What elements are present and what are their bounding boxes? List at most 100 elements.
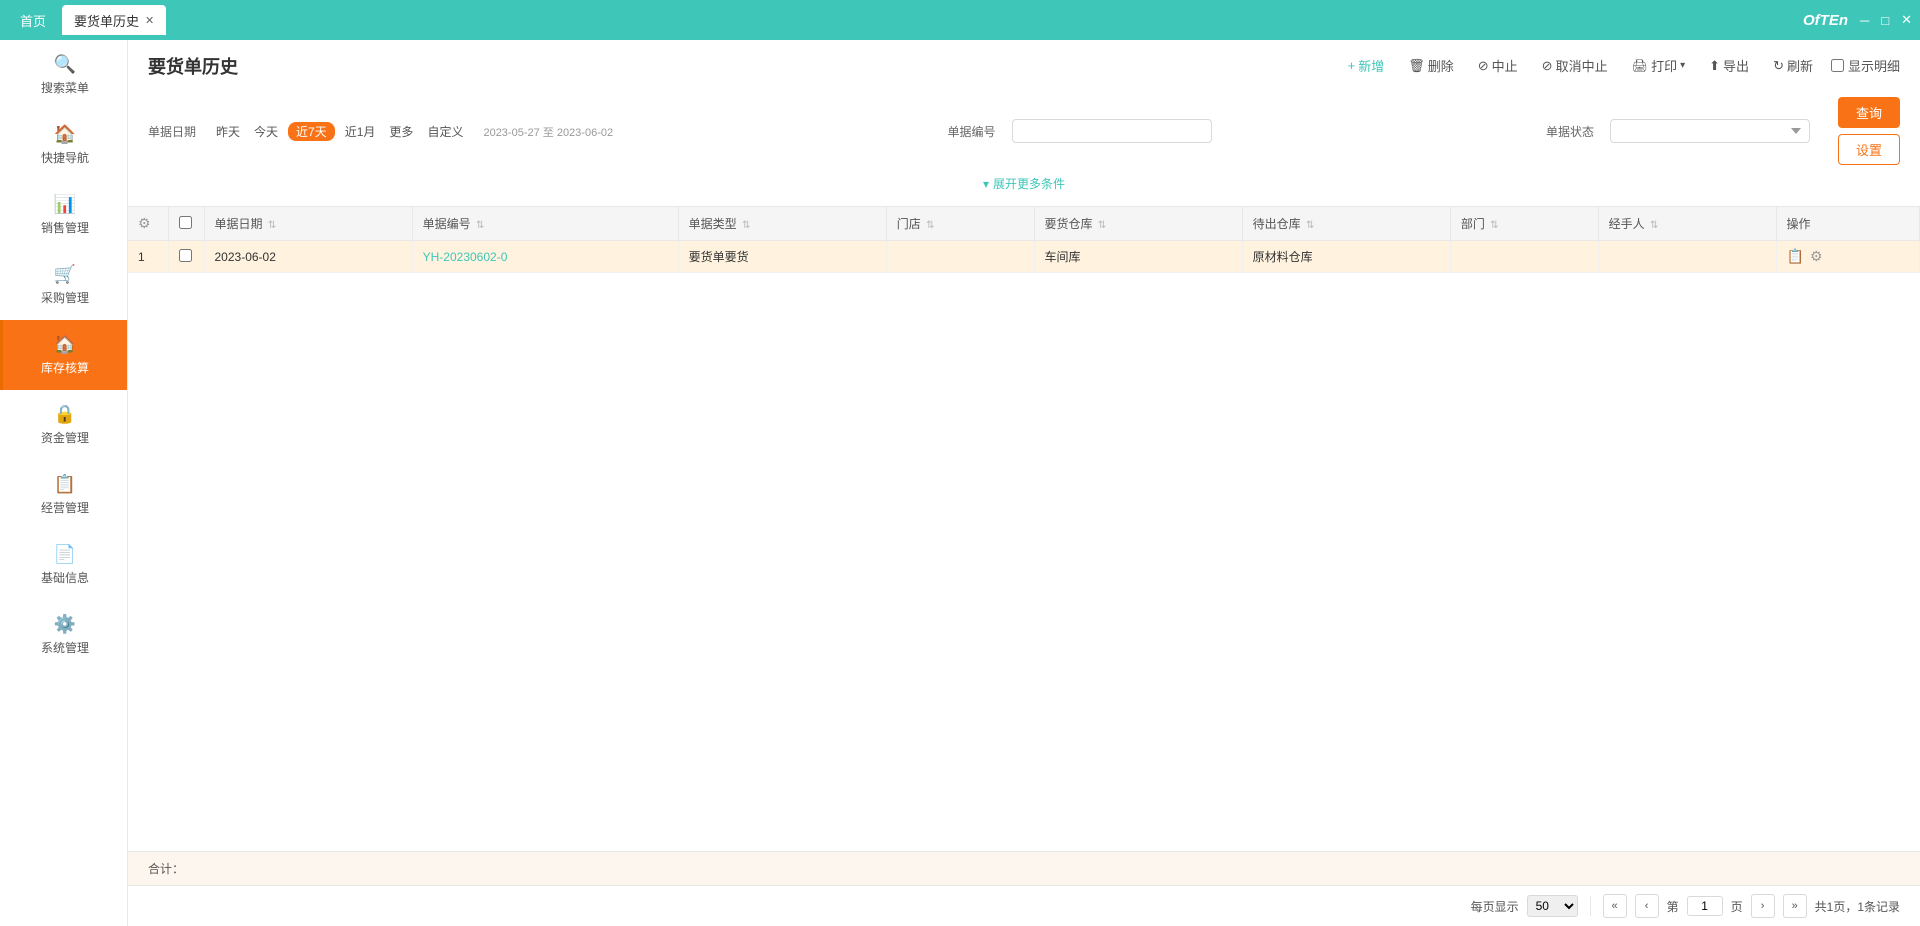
sidebar-item-quick-nav[interactable]: 🏠 快捷导航	[0, 110, 127, 180]
sort-doc-type-icon[interactable]: ⇅	[742, 220, 750, 231]
sort-handler-icon[interactable]: ⇅	[1650, 220, 1658, 231]
select-all-checkbox[interactable]	[179, 216, 192, 229]
search-menu-icon: 🔍	[54, 54, 76, 75]
sort-req-warehouse-icon[interactable]: ⇅	[1098, 220, 1106, 231]
window-minimize[interactable]: ─	[1860, 13, 1869, 28]
sidebar-item-finance[interactable]: 🔒 资金管理	[0, 390, 127, 460]
query-button[interactable]: 查询	[1838, 97, 1900, 128]
prev-page-button[interactable]: ‹	[1635, 894, 1659, 918]
expand-more-button[interactable]: ▾ 展开更多条件	[148, 171, 1900, 196]
page-title: 要货单历史	[148, 53, 238, 79]
next-page-button[interactable]: ›	[1751, 894, 1775, 918]
row-action-view-icon[interactable]: 📋	[1787, 248, 1804, 265]
main-layout: 🔍 搜索菜单 🏠 快捷导航 📊 销售管理 🛒 采购管理 🏠 库存核算 🔒 资金管…	[0, 40, 1920, 926]
col-doc-number: 单据编号 ⇅	[412, 207, 678, 241]
sidebar-item-purchase-mgmt-label: 采购管理	[41, 289, 89, 306]
tab-requisition-history-label: 要货单历史	[74, 11, 139, 30]
sidebar-item-inventory[interactable]: 🏠 库存核算	[0, 320, 127, 390]
sort-department-icon[interactable]: ⇅	[1490, 220, 1498, 231]
delete-label: 删除	[1428, 56, 1454, 75]
date-shortcuts: 昨天 今天 近7天 近1月 更多 自定义	[212, 122, 467, 141]
date-shortcut-more[interactable]: 更多	[385, 122, 417, 141]
sidebar-item-purchase-mgmt[interactable]: 🛒 采购管理	[0, 250, 127, 320]
show-detail-label: 显示明细	[1848, 56, 1900, 75]
basic-info-icon: 📄	[54, 544, 76, 565]
row-select-checkbox[interactable]	[179, 249, 192, 262]
doc-number-link[interactable]: YH-20230602-0	[423, 250, 508, 264]
row-action-settings-icon[interactable]: ⚙	[1810, 248, 1823, 265]
expand-more-label: 展开更多条件	[993, 175, 1065, 192]
date-shortcut-today[interactable]: 今天	[250, 122, 282, 141]
sidebar-item-operations[interactable]: 📋 经营管理	[0, 460, 127, 530]
date-shortcut-1month[interactable]: 近1月	[341, 122, 380, 141]
col-department: 部门 ⇅	[1450, 207, 1598, 241]
export-button[interactable]: ⬆ 导出	[1703, 52, 1755, 79]
sidebar-item-basic-info[interactable]: 📄 基础信息	[0, 530, 127, 600]
sort-doc-number-icon[interactable]: ⇅	[476, 220, 484, 231]
table-row: 1 2023-06-02 YH-20230602-0 要货单要货 车间库 原材料…	[128, 241, 1920, 273]
delete-button[interactable]: 🗑 删除	[1402, 52, 1460, 79]
row-doc-date: 2023-06-02	[204, 241, 412, 273]
table-header-row: ⚙ 单据日期 ⇅ 单据编号 ⇅	[128, 207, 1920, 241]
footer-summary: 合计：	[128, 851, 1920, 885]
new-icon: +	[1348, 58, 1356, 73]
action-icons-group: 📋 ⚙	[1787, 248, 1909, 265]
last-page-button[interactable]: »	[1783, 894, 1807, 918]
doc-number-input[interactable]	[1012, 119, 1212, 143]
print-label: 打印	[1651, 56, 1677, 75]
top-bar-right: OfTEn ─ □ ✕	[1803, 12, 1912, 29]
row-checkbox	[168, 241, 204, 273]
col-handler: 经手人 ⇅	[1598, 207, 1776, 241]
show-detail-checkbox[interactable]	[1831, 59, 1844, 72]
new-button[interactable]: + 新增	[1342, 52, 1391, 79]
tab-close-icon[interactable]: ✕	[145, 14, 154, 27]
brand-label: OfTEn	[1803, 12, 1848, 29]
page-number-input[interactable]	[1687, 896, 1723, 916]
tab-requisition-history[interactable]: 要货单历史 ✕	[62, 5, 166, 35]
export-label: 导出	[1723, 56, 1749, 75]
sidebar-item-sales-mgmt[interactable]: 📊 销售管理	[0, 180, 127, 250]
date-shortcut-yesterday[interactable]: 昨天	[212, 122, 244, 141]
expand-chevron-icon: ▾	[983, 177, 989, 191]
cancel-stop-button[interactable]: ⊘ 取消中止	[1536, 52, 1614, 79]
tab-home[interactable]: 首页	[8, 5, 58, 35]
status-select[interactable]	[1610, 119, 1810, 143]
content: 要货单历史 + 新增 🗑 删除 ⊘ 中止 ⊘	[128, 40, 1920, 926]
settings-button[interactable]: 设置	[1838, 134, 1900, 165]
page-label: 第	[1667, 898, 1679, 915]
sort-doc-date-icon[interactable]: ⇅	[268, 220, 276, 231]
row-store	[886, 241, 1034, 273]
first-page-button[interactable]: «	[1603, 894, 1627, 918]
col-store: 门店 ⇅	[886, 207, 1034, 241]
pagination-divider	[1590, 896, 1591, 916]
system-mgmt-icon: ⚙️	[54, 614, 76, 635]
sidebar-item-search-menu[interactable]: 🔍 搜索菜单	[0, 40, 127, 110]
sort-pending-warehouse-icon[interactable]: ⇅	[1306, 220, 1314, 231]
sidebar-item-system-mgmt[interactable]: ⚙️ 系统管理	[0, 600, 127, 670]
sort-store-icon[interactable]: ⇅	[926, 220, 934, 231]
filter-area: 单据日期 昨天 今天 近7天 近1月 更多 自定义 2023-05-27 至 2…	[148, 87, 1900, 206]
stop-label: 中止	[1492, 56, 1518, 75]
finance-icon: 🔒	[54, 404, 76, 425]
filter-row-1: 单据日期 昨天 今天 近7天 近1月 更多 自定义 2023-05-27 至 2…	[148, 97, 1900, 165]
refresh-button[interactable]: ↻ 刷新	[1767, 52, 1819, 79]
col-action: 操作	[1776, 207, 1919, 241]
top-bar: 首页 要货单历史 ✕ OfTEn ─ □ ✕	[0, 0, 1920, 40]
row-doc-number: YH-20230602-0	[412, 241, 678, 273]
column-settings-icon[interactable]: ⚙	[138, 215, 151, 231]
row-req-warehouse: 车间库	[1034, 241, 1242, 273]
window-maximize[interactable]: □	[1881, 13, 1889, 28]
sidebar-item-sales-mgmt-label: 销售管理	[41, 219, 89, 236]
date-shortcut-7days[interactable]: 近7天	[288, 122, 335, 141]
inventory-icon: 🏠	[54, 334, 76, 355]
table-area: ⚙ 单据日期 ⇅ 单据编号 ⇅	[128, 207, 1920, 851]
print-dropdown-icon: ▾	[1680, 60, 1685, 71]
row-actions: 📋 ⚙	[1776, 241, 1919, 273]
print-button[interactable]: 🖨 打印 ▾	[1626, 52, 1692, 79]
stop-button[interactable]: ⊘ 中止	[1472, 52, 1524, 79]
date-shortcut-custom[interactable]: 自定义	[423, 122, 467, 141]
col-doc-type: 单据类型 ⇅	[678, 207, 886, 241]
window-close[interactable]: ✕	[1901, 12, 1912, 28]
per-page-select[interactable]: 50 10 20 100	[1527, 895, 1578, 917]
total-records: 共1页，1条记录	[1815, 898, 1900, 915]
